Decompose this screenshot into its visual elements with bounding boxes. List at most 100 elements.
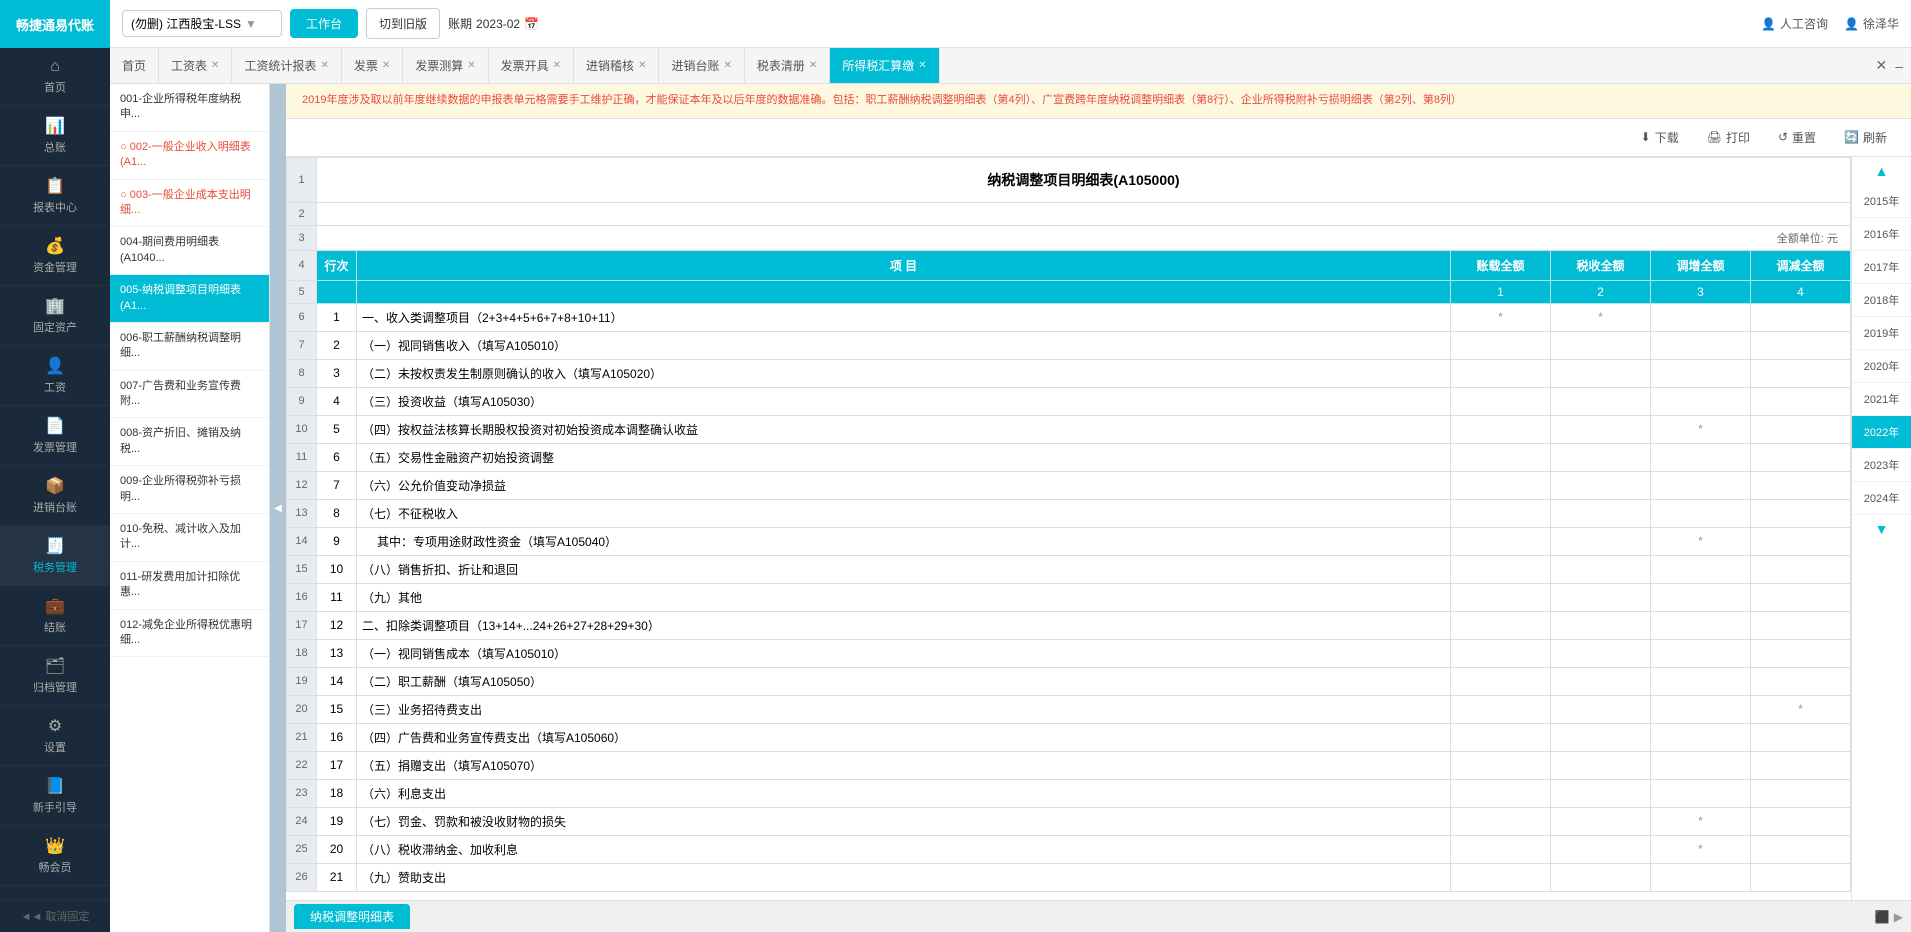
scroll-indicator-left[interactable]: ⬛ xyxy=(1875,910,1890,924)
year-2016[interactable]: 2016年 xyxy=(1852,218,1911,251)
table-row: 21 16 （四）广告费和业务宣传费支出（填写A105060） xyxy=(287,723,1851,751)
tab-home[interactable]: 首页 xyxy=(110,48,159,84)
support-button[interactable]: 👤 人工咨询 xyxy=(1761,15,1828,32)
year-2022[interactable]: 2022年 xyxy=(1852,416,1911,449)
sidebar: 畅捷通易代账 ⌂ 首页 📊 总账 📋 报表中心 💰 资金管理 🏢 固定资产 👤 … xyxy=(0,0,110,932)
refresh-button[interactable]: 🔄 刷新 xyxy=(1836,125,1895,150)
app-logo: 畅捷通易代账 xyxy=(0,0,110,48)
tab-income-tax[interactable]: 所得税汇算缴 ✕ xyxy=(830,48,939,84)
sidebar-item-invoice[interactable]: 📄 发票管理 xyxy=(0,406,110,466)
spreadsheet-main[interactable]: 1 纳税调整项目明细表(A105000) 2 3 全额单位 xyxy=(286,157,1851,900)
avatar: 👤 xyxy=(1844,17,1859,31)
left-panel-item-010[interactable]: 010-免税、减计收入及加计... xyxy=(110,514,269,562)
close-icon[interactable]: ✕ xyxy=(467,60,475,71)
tab-tax-clear[interactable]: 税表清册 ✕ xyxy=(745,48,830,84)
company-name: (勿删) 江西股宝-LSS xyxy=(131,15,241,32)
table-row: 20 15 （三）业务招待费支出 * xyxy=(287,695,1851,723)
tax-icon: 🧾 xyxy=(45,536,65,556)
sheet-tab-main[interactable]: 纳税调整明细表 xyxy=(294,904,410,929)
year-2020[interactable]: 2020年 xyxy=(1852,350,1911,383)
year-2019[interactable]: 2019年 xyxy=(1852,317,1911,350)
sidebar-item-purchase[interactable]: 📦 进销台账 xyxy=(0,466,110,526)
close-all-icon[interactable]: ✕ xyxy=(1875,57,1887,74)
left-panel-item-004[interactable]: 004-期间费用明细表(A1040... xyxy=(110,227,269,275)
sidebar-nav: ⌂ 首页 📊 总账 📋 报表中心 💰 资金管理 🏢 固定资产 👤 工资 📄 发票… xyxy=(0,48,110,899)
close-icon[interactable]: ✕ xyxy=(211,60,219,71)
tab-invoice-issue[interactable]: 发票开具 ✕ xyxy=(489,48,574,84)
tab-label: 发票 xyxy=(354,57,378,74)
tab-label: 发票开具 xyxy=(501,57,549,74)
tab-invoice-calc[interactable]: 发票测算 ✕ xyxy=(403,48,488,84)
sidebar-item-label: 资金管理 xyxy=(33,259,77,275)
sidebar-item-salary[interactable]: 👤 工资 xyxy=(0,346,110,406)
close-icon[interactable]: ✕ xyxy=(918,60,926,71)
sidebar-item-finance[interactable]: 💰 资金管理 xyxy=(0,226,110,286)
sidebar-item-home[interactable]: ⌂ 首页 xyxy=(0,48,110,106)
tab-purchase-ledger[interactable]: 进销台账 ✕ xyxy=(659,48,744,84)
left-panel-item-007[interactable]: 007-广告费和业务宣传费附... xyxy=(110,371,269,419)
table-row: 23 18 （六）利息支出 xyxy=(287,779,1851,807)
user-profile[interactable]: 👤 徐泽华 xyxy=(1844,15,1899,32)
year-2018[interactable]: 2018年 xyxy=(1852,284,1911,317)
col-header-c1: 账载全额 xyxy=(1451,250,1551,280)
notice-bar: 2019年度涉及取以前年度继续数据的申报表单元格需要手工维护正确，才能保证本年及… xyxy=(286,84,1911,119)
bottom-bar: 纳税调整明细表 ⬛ ▶ xyxy=(286,900,1911,932)
sidebar-unpin-button[interactable]: ◄◄ 取消固定 xyxy=(0,899,110,932)
close-icon[interactable]: ✕ xyxy=(382,60,390,71)
calendar-icon[interactable]: 📅 xyxy=(524,17,539,31)
tab-invoice[interactable]: 发票 ✕ xyxy=(342,48,403,84)
sidebar-item-assets[interactable]: 🏢 固定资产 xyxy=(0,286,110,346)
sidebar-item-member[interactable]: 👑 畅会员 xyxy=(0,826,110,886)
panel-collapse-button[interactable]: ◀ xyxy=(270,84,286,932)
left-panel-item-005[interactable]: 005-纳税调整项目明细表(A1... xyxy=(110,275,269,323)
table-row: 18 13 （一）视同销售成本（填写A105010） xyxy=(287,639,1851,667)
sidebar-item-archive[interactable]: 🗂 归档管理 xyxy=(0,646,110,706)
reset-button[interactable]: ↺ 重置 xyxy=(1770,125,1824,150)
close-icon[interactable]: ✕ xyxy=(320,60,328,71)
sidebar-item-settings[interactable]: ⚙ 设置 xyxy=(0,706,110,766)
table-row: 16 11 （九）其他 xyxy=(287,583,1851,611)
sidebar-item-ledger[interactable]: 📊 总账 xyxy=(0,106,110,166)
row-number: 3 xyxy=(287,225,317,250)
print-button[interactable]: 🖨 打印 xyxy=(1699,125,1758,150)
table-row: 22 17 （五）捐赠支出（填写A105070） xyxy=(287,751,1851,779)
tab-salary-report[interactable]: 工资统计报表 ✕ xyxy=(232,48,341,84)
table-row: 25 20 （八）税收滞纳金、加收利息 * xyxy=(287,835,1851,863)
left-panel-item-001[interactable]: 001-企业所得税年度纳税申... xyxy=(110,84,269,132)
table-row: 24 19 （七）罚金、罚款和被没收财物的损失 * xyxy=(287,807,1851,835)
year-2021[interactable]: 2021年 xyxy=(1852,383,1911,416)
company-select[interactable]: (勿删) 江西股宝-LSS ▼ xyxy=(122,10,282,37)
scroll-indicator-right[interactable]: ▶ xyxy=(1894,910,1903,924)
left-panel-item-006[interactable]: 006-职工薪酬纳税调整明细... xyxy=(110,323,269,371)
workbench-button[interactable]: 工作台 xyxy=(290,9,358,38)
year-2023[interactable]: 2023年 xyxy=(1852,449,1911,482)
left-panel-item-012[interactable]: 012-减免企业所得税优惠明细... xyxy=(110,610,269,658)
right-content: 2019年度涉及取以前年度继续数据的申报表单元格需要手工维护正确，才能保证本年及… xyxy=(286,84,1911,932)
sidebar-item-close[interactable]: 💼 结账 xyxy=(0,586,110,646)
sidebar-item-report[interactable]: 📋 报表中心 xyxy=(0,166,110,226)
year-2024[interactable]: 2024年 xyxy=(1852,482,1911,515)
left-panel-item-009[interactable]: 009-企业所得税弥补亏损明... xyxy=(110,466,269,514)
left-panel-item-003[interactable]: 003-一般企业成本支出明细... xyxy=(110,180,269,228)
close-icon[interactable]: ✕ xyxy=(723,60,731,71)
year-scroll-up[interactable]: ▲ xyxy=(1852,157,1911,185)
print-icon: 🖨 xyxy=(1707,130,1722,144)
download-button[interactable]: ⬇ 下载 xyxy=(1633,125,1687,150)
year-2017[interactable]: 2017年 xyxy=(1852,251,1911,284)
year-2015[interactable]: 2015年 xyxy=(1852,185,1911,218)
tab-purchase-check[interactable]: 进销稽核 ✕ xyxy=(574,48,659,84)
left-panel-item-002[interactable]: 002-一般企业收入明细表(A1... xyxy=(110,132,269,180)
year-scroll-down[interactable]: ▼ xyxy=(1852,515,1911,543)
close-icon[interactable]: ✕ xyxy=(553,60,561,71)
col-header-c4: 调减全额 xyxy=(1751,250,1851,280)
left-panel-item-008[interactable]: 008-资产折旧、摊销及纳税... xyxy=(110,418,269,466)
tab-salary[interactable]: 工资表 ✕ xyxy=(159,48,232,84)
sidebar-item-tax[interactable]: 🧾 税务管理 xyxy=(0,526,110,586)
sidebar-item-guide[interactable]: 📘 新手引导 xyxy=(0,766,110,826)
minimize-icon[interactable]: – xyxy=(1895,58,1903,74)
sidebar-item-label: 首页 xyxy=(44,79,66,95)
old-version-button[interactable]: 切到旧版 xyxy=(366,8,440,39)
left-panel-item-011[interactable]: 011-研发费用加计扣除优惠... xyxy=(110,562,269,610)
close-icon[interactable]: ✕ xyxy=(809,60,817,71)
close-icon[interactable]: ✕ xyxy=(638,60,646,71)
